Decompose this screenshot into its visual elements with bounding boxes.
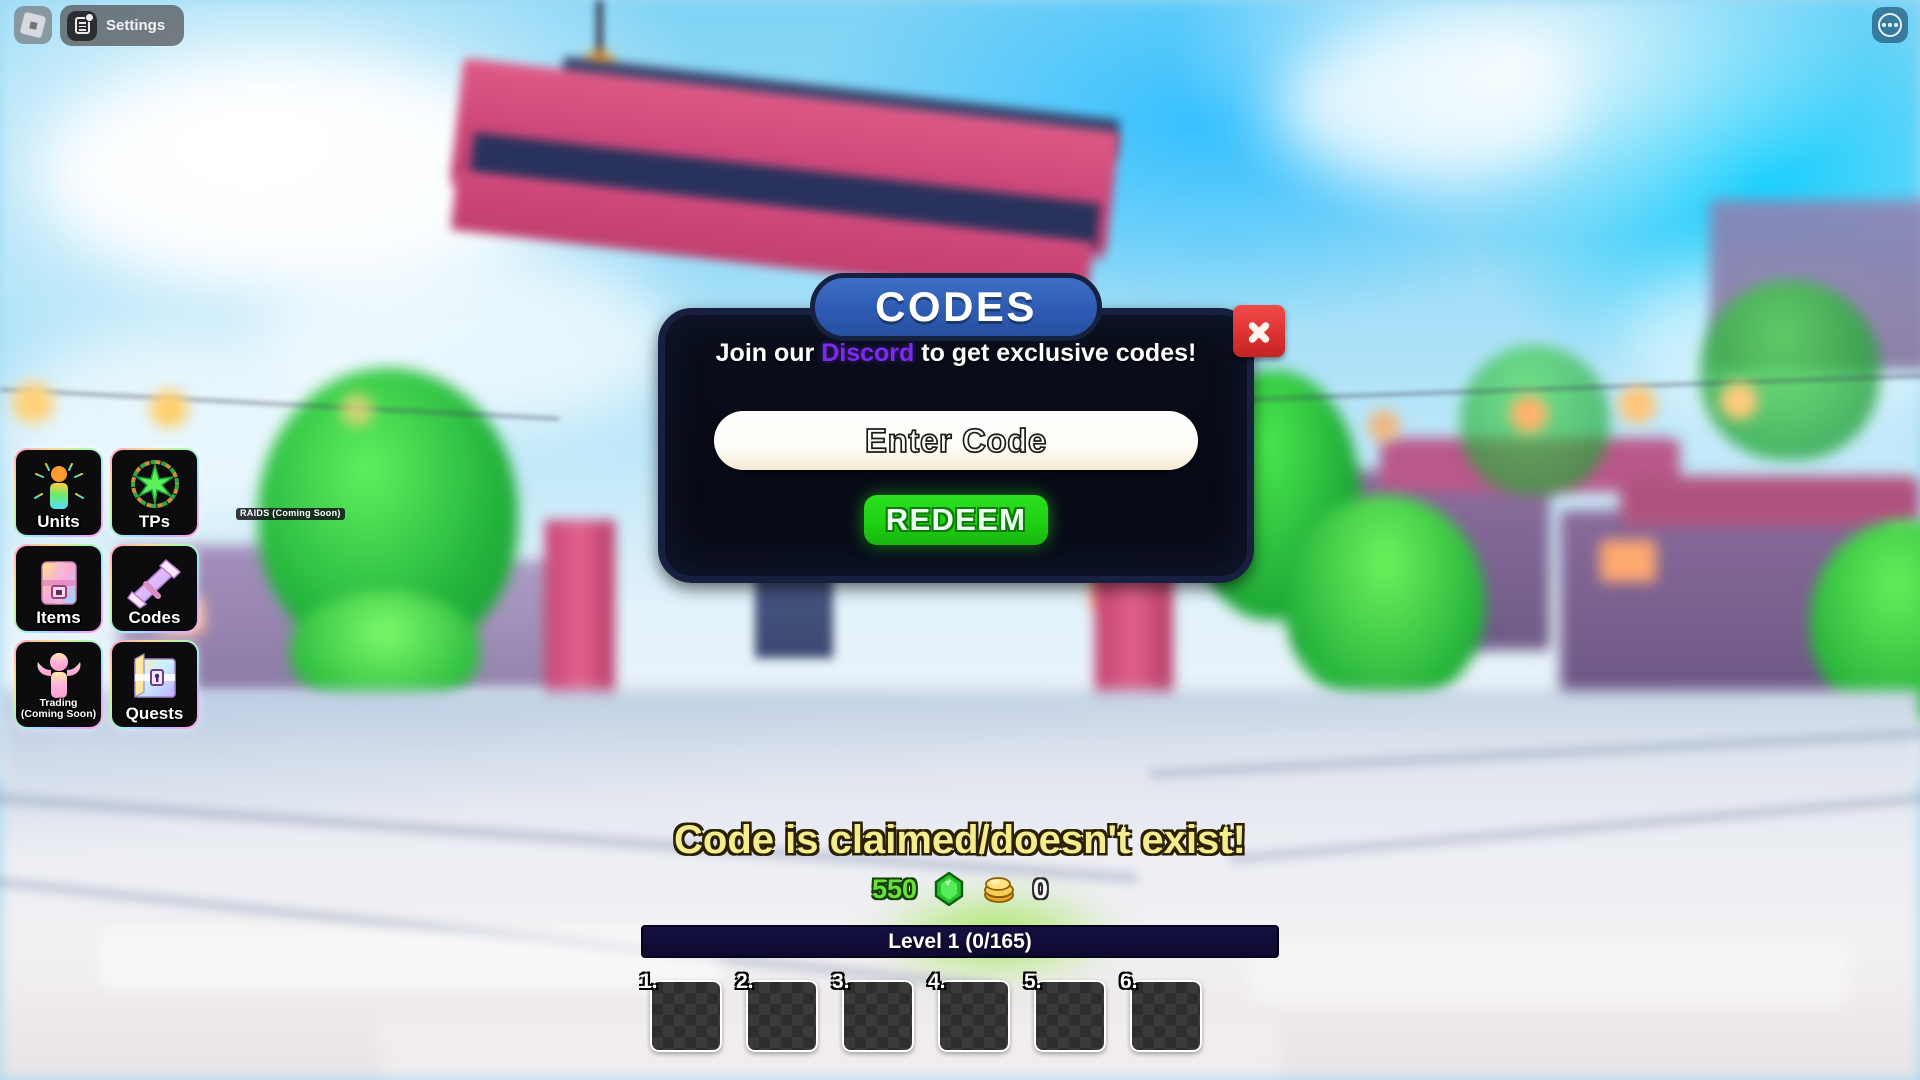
menu-label-quests: Quests <box>125 704 184 723</box>
menu-button-trading[interactable]: Trading (Coming Soon) <box>14 640 103 729</box>
roblox-logo-icon[interactable] <box>14 6 52 44</box>
lantern-light <box>1368 410 1400 442</box>
scroll-icon <box>112 553 197 611</box>
menu-button-tps[interactable]: TPs <box>110 448 199 537</box>
window-light <box>1600 540 1656 582</box>
close-button[interactable] <box>1233 305 1285 357</box>
menu-label-tps: TPs <box>138 512 171 531</box>
distant-building <box>1620 476 1920 526</box>
ground-slab <box>1250 945 1850 1005</box>
cloud <box>1280 30 1580 180</box>
settings-label: Settings <box>106 17 166 34</box>
subtitle-suffix: to get exclusive codes! <box>914 339 1197 367</box>
ground-slab <box>100 930 720 990</box>
close-x-icon <box>1244 316 1274 346</box>
menu-button-units[interactable]: Units <box>14 448 103 537</box>
codes-dialog: CODES Join our Discord to get exclusive … <box>658 273 1285 583</box>
code-input-placeholder: Enter Code <box>864 421 1048 460</box>
code-input[interactable]: Enter Code <box>714 411 1198 470</box>
lantern-light <box>12 382 54 424</box>
codes-dialog-subtitle: Join our Discord to get exclusive codes! <box>694 339 1218 369</box>
lantern-light <box>1510 395 1548 433</box>
page-title: CODES <box>875 283 1037 330</box>
tree <box>1285 495 1485 705</box>
roblox-topbar: Settings <box>0 0 1920 48</box>
menu-label-codes: Codes <box>128 608 181 627</box>
quest-book-icon <box>112 649 197 707</box>
menu-button-items[interactable]: Items <box>14 544 103 633</box>
settings-page-icon <box>67 10 97 41</box>
more-dots-icon[interactable] <box>1872 7 1908 43</box>
redeem-button[interactable]: REDEEM <box>864 495 1048 545</box>
lantern-light <box>340 393 374 427</box>
menu-label-units: Units <box>37 512 80 531</box>
roblox-logo-shape <box>19 11 47 39</box>
menu-button-quests[interactable]: Quests <box>110 640 199 729</box>
world-tag-raids: RAIDS (Coming Soon) <box>236 508 345 520</box>
menu-label-trading: Trading (Coming Soon) <box>20 696 97 721</box>
settings-button[interactable]: Settings <box>60 5 185 46</box>
codes-dialog-title-plate: CODES <box>810 273 1102 341</box>
left-side-menu: Units TPs Items Codes Trading (Coming So… <box>14 448 199 729</box>
redeem-button-label: REDEEM <box>885 502 1027 537</box>
menu-label-items: Items <box>36 608 81 627</box>
starburst-wheel-icon <box>112 457 197 515</box>
lantern-light <box>1720 382 1758 420</box>
discord-link[interactable]: Discord <box>821 339 914 367</box>
ground-slab <box>380 1020 1280 1080</box>
subtitle-prefix: Join our <box>715 339 822 367</box>
tree <box>1700 280 1880 460</box>
lantern-light <box>1618 386 1656 424</box>
menu-button-codes[interactable]: Codes <box>110 544 199 633</box>
glowing-character-icon <box>16 457 101 515</box>
backpack-icon <box>16 553 101 611</box>
lantern-light <box>150 390 188 428</box>
